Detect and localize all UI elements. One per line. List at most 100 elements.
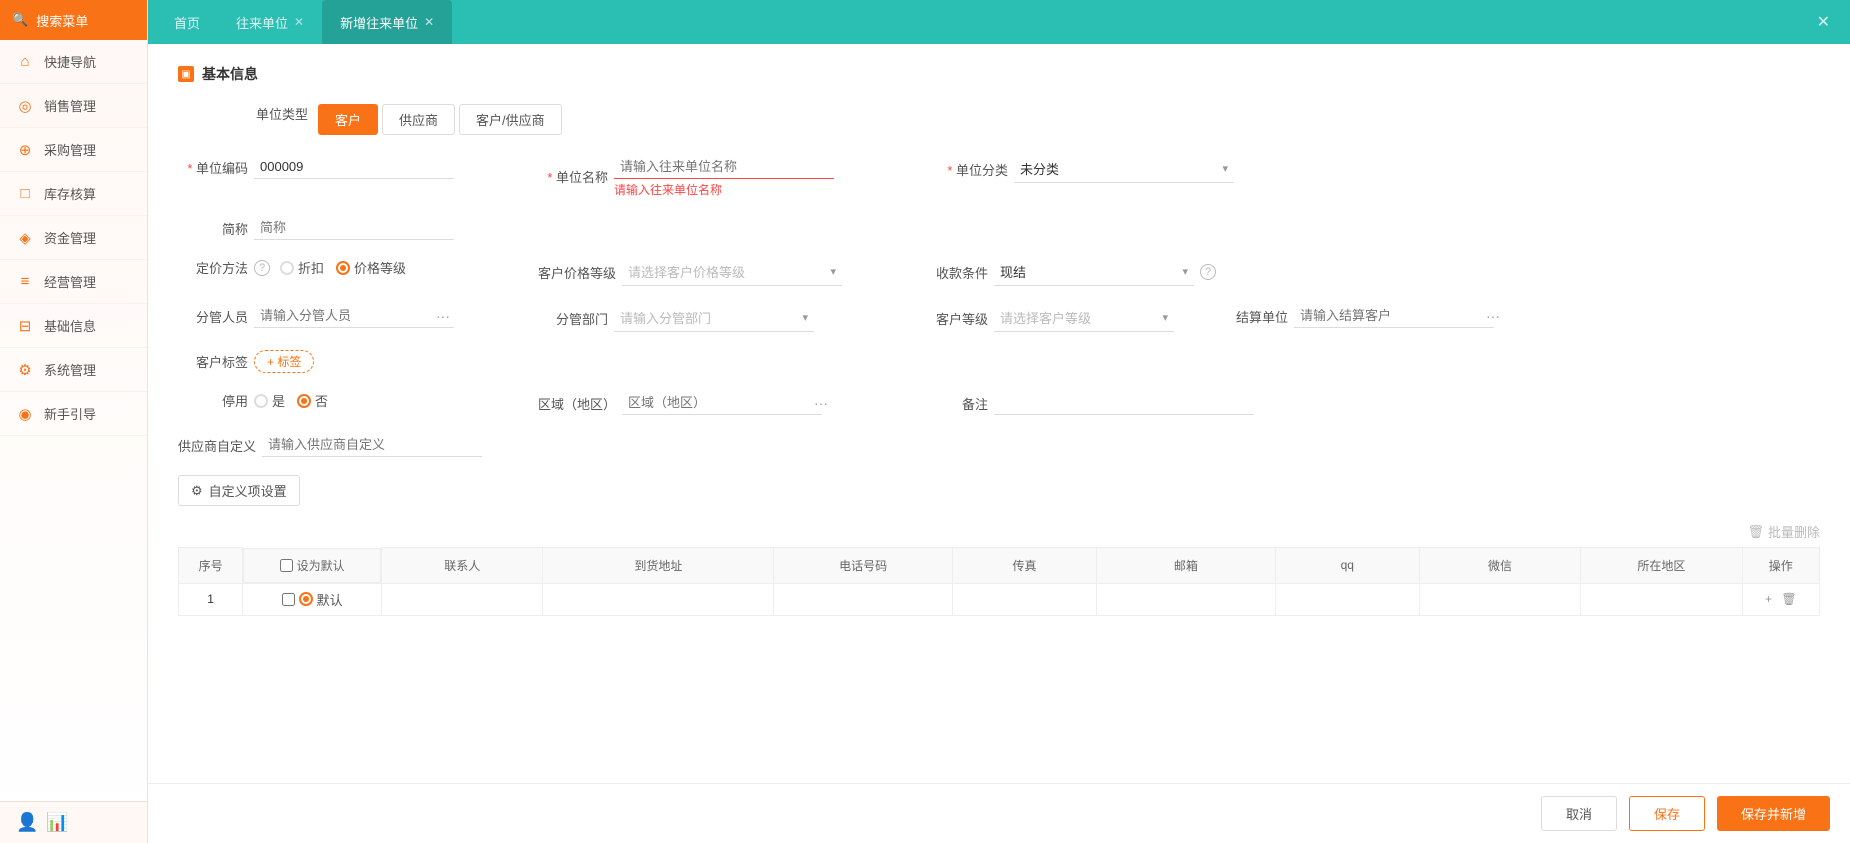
settlement-unit-input[interactable] [1294,304,1482,327]
cancel-button[interactable]: 取消 [1541,796,1617,831]
select-all-checkbox[interactable] [280,559,293,572]
unit-code-label: 单位编码 [178,158,248,177]
sidebar-item-finance[interactable]: ◈ 资金管理 [0,216,147,260]
col-default: 设为默认 [243,548,381,583]
cell-contact[interactable] [382,583,543,615]
operations-icon: ≡ [16,273,34,291]
region-cell-input[interactable] [1621,592,1701,607]
tab-home[interactable]: 首页 [156,0,218,44]
sidebar-search[interactable]: 🔍 搜索菜单 [0,0,147,40]
disabled-yes-radio[interactable]: 是 [254,391,285,410]
custom-settings-button[interactable]: ⚙ 自定义项设置 [178,475,300,506]
add-tag-button[interactable]: + 标签 [254,350,314,373]
disabled-group: 停用 是 否 [178,391,538,410]
batch-delete-label[interactable]: 批量删除 [1768,522,1820,541]
tab-partners[interactable]: 往来单位 ✕ [218,0,322,44]
cell-address[interactable] [543,583,774,615]
cell-email[interactable] [1097,583,1276,615]
phone-input[interactable] [818,592,908,607]
tags-row: 客户标签 + 标签 [178,350,1820,373]
unit-code-input[interactable] [254,155,454,179]
customer-level-group: 客户等级 请选择客户等级 ▾ [918,304,1218,332]
col-email: 邮箱 [1097,548,1276,584]
close-new-partner-tab[interactable]: ✕ [424,15,434,29]
manager-row: 分管人员 ··· 分管部门 请输入分管部门 ▾ 客户等级 请选择客户等级 ▾ [178,304,1820,332]
sidebar-item-purchase[interactable]: ⊕ 采购管理 [0,128,147,172]
form-footer: 取消 保存 保存并新增 [148,783,1850,843]
batch-delete-area: 🗑 批量删除 [178,522,1820,541]
sidebar-item-basic-info[interactable]: ⊟ 基础信息 [0,304,147,348]
remarks-label: 备注 [918,394,988,413]
customer-price-level-dropdown[interactable]: 请选择客户价格等级 ▾ [622,258,842,286]
col-region: 所在地区 [1581,548,1742,584]
cell-fax[interactable] [952,583,1096,615]
pricing-help-icon[interactable]: ? [254,260,270,276]
pricing-radio-group: 折扣 价格等级 [280,258,406,277]
manager-more-btn[interactable]: ··· [432,308,454,324]
add-row-btn[interactable]: + [1765,592,1772,606]
fax-input[interactable] [990,592,1060,607]
row-checkbox[interactable] [282,593,295,606]
sidebar-item-guide[interactable]: ◉ 新手引导 [0,392,147,436]
wechat-input[interactable] [1460,592,1540,607]
cell-phone[interactable] [774,583,953,615]
save-button[interactable]: 保存 [1629,796,1705,831]
manager-input[interactable] [254,304,432,327]
unit-btn-supplier[interactable]: 供应商 [382,104,455,135]
settlement-unit-group: 结算单位 ··· [1218,304,1820,328]
unit-category-dropdown[interactable]: 未分类 ▾ [1014,155,1234,183]
save-new-button[interactable]: 保存并新增 [1717,796,1830,831]
cell-action: + 🗑 [1742,583,1819,615]
sidebar-item-system[interactable]: ⚙ 系统管理 [0,348,147,392]
sidebar-item-inventory[interactable]: □ 库存核算 [0,172,147,216]
delete-row-btn[interactable]: 🗑 [1781,592,1796,606]
address-input[interactable] [598,592,718,607]
unit-btn-customer[interactable]: 客户 [318,104,378,135]
disabled-no-radio[interactable]: 否 [297,391,328,410]
customer-price-level-label: 客户价格等级 [538,263,616,282]
region-label: 区域（地区） [538,394,616,413]
row-default-radio[interactable]: 默认 [299,590,343,609]
sidebar-item-sales[interactable]: ◎ 销售管理 [0,84,147,128]
pricing-discount-radio[interactable]: 折扣 [280,258,324,277]
department-dropdown[interactable]: 请输入分管部门 ▾ [614,304,814,332]
customer-tags-label: 客户标签 [178,352,248,371]
cell-qq[interactable] [1275,583,1419,615]
col-wechat: 微信 [1419,548,1580,584]
sales-icon: ◎ [16,97,34,115]
contact-input[interactable] [422,592,502,607]
sidebar-item-quick-nav[interactable]: ⌂ 快捷导航 [0,40,147,84]
cell-region[interactable] [1581,583,1742,615]
remarks-input[interactable] [994,391,1254,415]
supplier-custom-input[interactable] [262,433,482,457]
cell-default: 默认 [243,583,382,615]
customer-level-dropdown[interactable]: 请选择客户等级 ▾ [994,304,1174,332]
region-input[interactable] [622,391,810,414]
payment-terms-arrow: ▾ [1182,265,1188,278]
short-name-input[interactable] [254,216,454,240]
table-header-row: 序号 设为默认 联系人 到货地址 电话号码 传真 邮箱 qq 微信 所在地区 [179,548,1820,584]
close-partners-tab[interactable]: ✕ [294,15,304,29]
unit-btn-both[interactable]: 客户/供应商 [459,104,562,135]
region-more-btn[interactable]: ··· [810,395,832,411]
unit-code-group: 单位编码 [178,155,538,179]
payment-terms-dropdown[interactable]: 现结 ▾ [994,258,1194,286]
close-all-tabs[interactable]: ✕ [1805,12,1842,32]
tab-new-partner[interactable]: 新增往来单位 ✕ [322,0,452,44]
short-name-label: 简称 [178,219,248,238]
sidebar-bottom: 👤 📊 [0,801,147,843]
finance-icon: ◈ [16,229,34,247]
main-area: 首页 往来单位 ✕ 新增往来单位 ✕ ✕ ▣ 基本信息 单位类型 客户 供应商 … [148,0,1850,843]
unit-name-input[interactable] [614,155,834,179]
pricing-level-radio[interactable]: 价格等级 [336,258,406,277]
customer-level-label: 客户等级 [918,309,988,328]
settlement-more-btn[interactable]: ··· [1482,308,1504,324]
cell-seq: 1 [179,583,243,615]
payment-terms-help[interactable]: ? [1200,264,1216,280]
cell-wechat[interactable] [1419,583,1580,615]
qq-input[interactable] [1312,592,1382,607]
payment-terms-group: 收款条件 现结 ▾ ? [918,258,1820,286]
sidebar-item-operations[interactable]: ≡ 经营管理 [0,260,147,304]
manager-input-group: ··· [254,304,454,328]
email-input[interactable] [1141,592,1231,607]
